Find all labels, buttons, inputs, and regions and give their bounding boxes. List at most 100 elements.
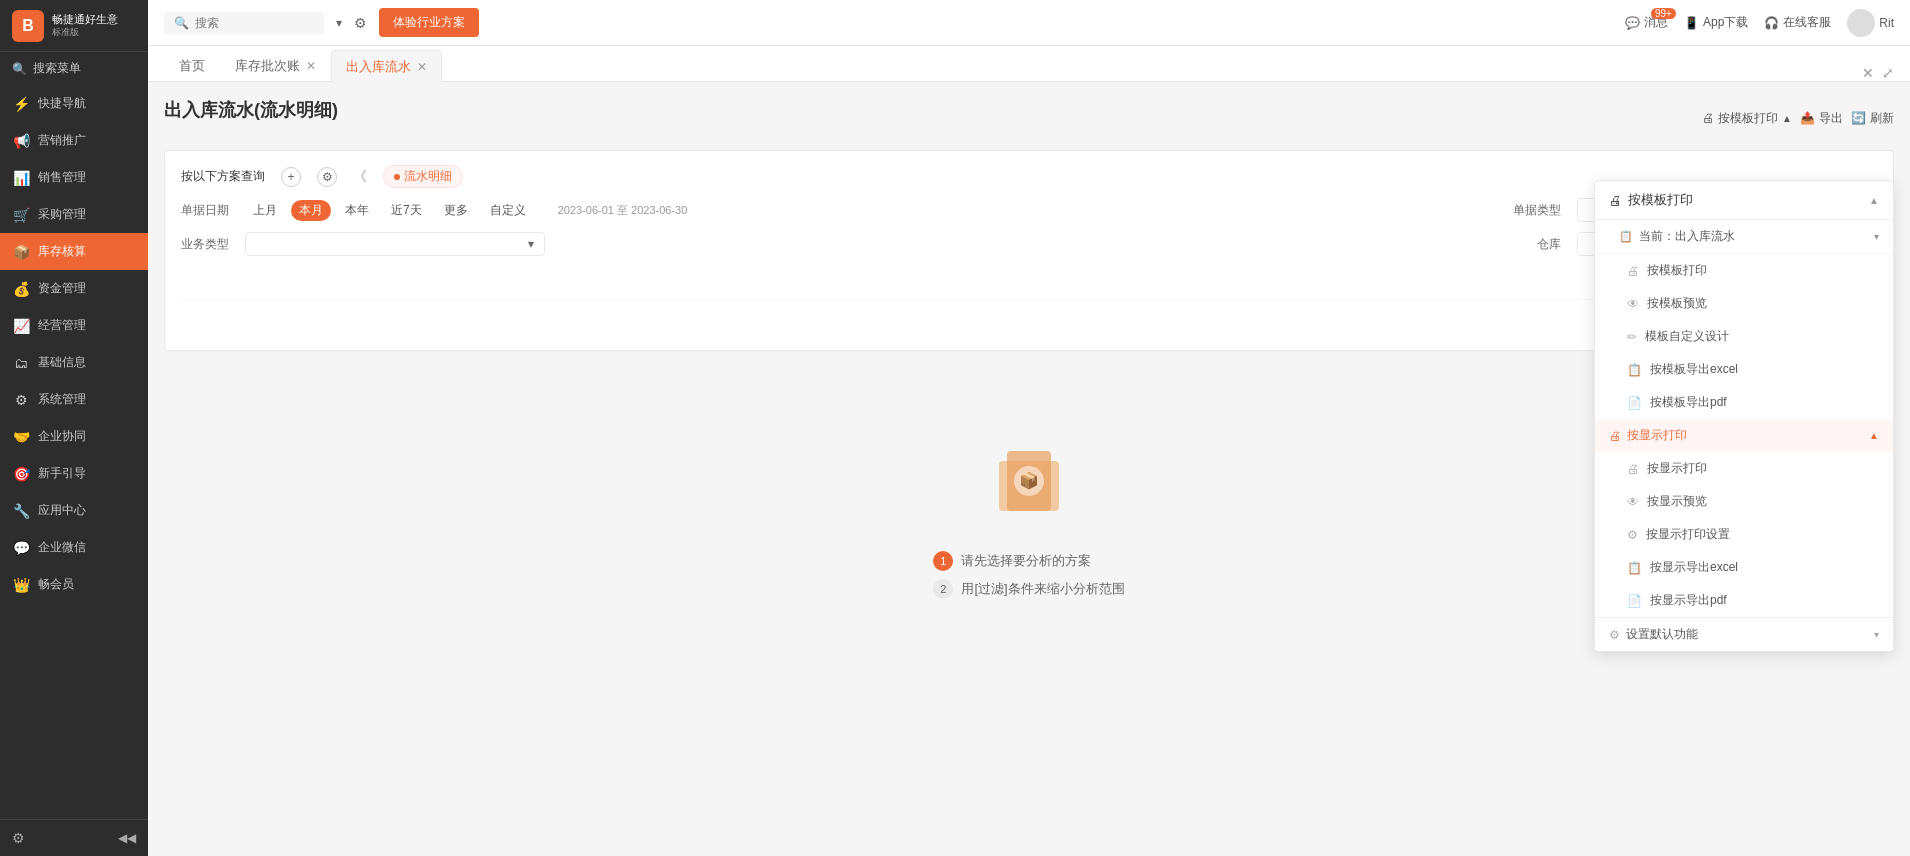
empty-step-1: 1 请先选择要分析的方案 xyxy=(933,551,1124,571)
wechat-icon: 💬 xyxy=(12,540,30,556)
biz-type-select[interactable]: ▾ xyxy=(245,232,545,256)
date-btn-custom[interactable]: 自定义 xyxy=(482,200,534,221)
logo-sub: 标准版 xyxy=(52,26,118,39)
sidebar-bottom: ⚙ ◀◀ xyxy=(0,819,148,856)
sidebar-item-inventory[interactable]: 📦 库存核算 xyxy=(0,233,148,270)
collapse-sidebar-icon[interactable]: ◀◀ xyxy=(118,831,136,845)
svg-text:📦: 📦 xyxy=(1019,471,1039,490)
dropdown-footer[interactable]: ⚙ 设置默认功能 ▾ xyxy=(1595,617,1893,651)
topbar-search-input[interactable] xyxy=(195,16,285,30)
dropdown-current-item[interactable]: 📋 当前：出入库流水 ▾ xyxy=(1595,220,1893,254)
sidebar-item-label: 企业微信 xyxy=(38,539,86,556)
dropdown-item-template-excel[interactable]: 📋 按模板导出excel xyxy=(1595,353,1893,386)
dropdown-item-display-excel[interactable]: 📋 按显示导出excel xyxy=(1595,551,1893,584)
dropdown-item-display-settings[interactable]: ⚙ 按显示打印设置 xyxy=(1595,518,1893,551)
biz-type-label: 业务类型 xyxy=(181,236,229,253)
display-section-header[interactable]: 🖨 按显示打印 ▲ xyxy=(1595,419,1893,452)
search-menu[interactable]: 🔍 搜索菜单 xyxy=(0,52,148,85)
tab-flow[interactable]: 出入库流水 ✕ xyxy=(331,50,442,82)
sidebar: B 畅捷通好生意 标准版 🔍 搜索菜单 ⚡ 快捷导航 📢 营销推广 📊 销售管理… xyxy=(0,0,148,856)
guide-icon: 🎯 xyxy=(12,466,30,482)
display-preview-icon: 👁 xyxy=(1627,495,1639,509)
sidebar-item-label: 基础信息 xyxy=(38,354,86,371)
tab-maximize[interactable]: ⤢ xyxy=(1882,65,1894,81)
topbar-gear-icon[interactable]: ⚙ xyxy=(354,15,367,31)
sidebar-item-operations[interactable]: 📈 经营管理 xyxy=(0,307,148,344)
dropdown-collapse-icon[interactable]: ▲ xyxy=(1869,195,1879,206)
display-excel-icon: 📋 xyxy=(1627,561,1642,575)
basic-info-icon: 🗂 xyxy=(12,355,30,371)
logo-icon: B xyxy=(12,10,44,42)
date-btn-7days[interactable]: 近7天 xyxy=(383,200,430,221)
print-dropdown-panel: 🖨 按模板打印 ▲ 📋 当前：出入库流水 ▾ 🖨 按模板打印 👁 xyxy=(1594,180,1894,652)
sidebar-item-finance[interactable]: 💰 资金管理 xyxy=(0,270,148,307)
date-btn-last-month[interactable]: 上月 xyxy=(245,200,285,221)
tab-batch-account[interactable]: 库存批次账 ✕ xyxy=(220,49,331,81)
template-design-label: 模板自定义设计 xyxy=(1645,328,1729,345)
export-label: 导出 xyxy=(1819,110,1843,127)
tab-home[interactable]: 首页 xyxy=(164,49,220,81)
date-shortcuts: 上月 本月 本年 近7天 更多 自定义 xyxy=(245,200,534,221)
tab-flow-close[interactable]: ✕ xyxy=(417,60,427,74)
display-excel-label: 按显示导出excel xyxy=(1650,559,1738,576)
step-1-text: 请先选择要分析的方案 xyxy=(961,552,1091,570)
biz-type-dropdown-icon: ▾ xyxy=(528,237,534,251)
template-pdf-icon: 📄 xyxy=(1627,396,1642,410)
main-area: 🔍 ▾ ⚙ 体验行业方案 💬 消息 99+ 📱 App下载 🎧 在线客服 Rit xyxy=(148,0,1910,856)
topbar-dropdown-arrow[interactable]: ▾ xyxy=(336,16,342,30)
sidebar-item-wechat[interactable]: 💬 企业微信 xyxy=(0,529,148,566)
sidebar-item-guide[interactable]: 🎯 新手引导 xyxy=(0,455,148,492)
dropdown-item-template-design[interactable]: ✏ 模板自定义设计 xyxy=(1595,320,1893,353)
sidebar-nav: ⚡ 快捷导航 📢 营销推广 📊 销售管理 🛒 采购管理 📦 库存核算 💰 资金管… xyxy=(0,85,148,819)
tab-home-label: 首页 xyxy=(179,57,205,75)
display-print-icon: 🖨 xyxy=(1627,462,1639,476)
refresh-btn[interactable]: 🔄 刷新 xyxy=(1851,110,1894,127)
tab-batch-account-close[interactable]: ✕ xyxy=(306,59,316,73)
export-btn[interactable]: 📤 导出 xyxy=(1800,110,1843,127)
message-btn[interactable]: 💬 消息 99+ xyxy=(1625,14,1668,31)
dropdown-item-display-preview[interactable]: 👁 按显示预览 xyxy=(1595,485,1893,518)
dropdown-item-template-preview[interactable]: 👁 按模板预览 xyxy=(1595,287,1893,320)
filter-tag[interactable]: 流水明细 xyxy=(383,165,463,188)
user-avatar-btn[interactable]: Rit xyxy=(1847,9,1894,37)
date-btn-this-month[interactable]: 本月 xyxy=(291,200,331,221)
industry-btn[interactable]: 体验行业方案 xyxy=(379,8,479,37)
sidebar-item-member[interactable]: 👑 畅会员 xyxy=(0,566,148,603)
sidebar-item-marketing[interactable]: 📢 营销推广 xyxy=(0,122,148,159)
dropdown-header[interactable]: 🖨 按模板打印 ▲ xyxy=(1595,181,1893,220)
sidebar-item-purchase[interactable]: 🛒 采购管理 xyxy=(0,196,148,233)
filter-add-btn[interactable]: + xyxy=(281,167,301,187)
online-service-btn[interactable]: 🎧 在线客服 xyxy=(1764,14,1831,31)
sidebar-item-quick-nav[interactable]: ⚡ 快捷导航 xyxy=(0,85,148,122)
template-preview-icon: 👁 xyxy=(1627,297,1639,311)
member-icon: 👑 xyxy=(12,577,30,593)
filter-collapse-btn[interactable]: 《 xyxy=(353,168,367,186)
tab-close-all[interactable]: ✕ xyxy=(1862,65,1874,81)
date-btn-more[interactable]: 更多 xyxy=(436,200,476,221)
settings-bottom-icon[interactable]: ⚙ xyxy=(12,830,25,846)
dropdown-header-label: 按模板打印 xyxy=(1628,191,1693,209)
sidebar-item-collab[interactable]: 🤝 企业协同 xyxy=(0,418,148,455)
dropdown-item-template-print[interactable]: 🖨 按模板打印 xyxy=(1595,254,1893,287)
app-download-btn[interactable]: 📱 App下载 xyxy=(1684,14,1748,31)
page-title: 出入库流水(流水明细) xyxy=(164,98,338,122)
sidebar-item-app-center[interactable]: 🔧 应用中心 xyxy=(0,492,148,529)
sidebar-item-system[interactable]: ⚙ 系统管理 xyxy=(0,381,148,418)
sidebar-item-sales[interactable]: 📊 销售管理 xyxy=(0,159,148,196)
filter-settings-btn[interactable]: ⚙ xyxy=(317,167,337,187)
template-print-label: 按模板打印 xyxy=(1647,262,1707,279)
template-excel-label: 按模板导出excel xyxy=(1650,361,1738,378)
print-btn[interactable]: 🖨 按模板打印 ▲ xyxy=(1702,110,1792,127)
dropdown-item-display-pdf[interactable]: 📄 按显示导出pdf xyxy=(1595,584,1893,617)
date-range-display: 2023-06-01 至 2023-06-30 xyxy=(558,203,688,218)
date-btn-this-year[interactable]: 本年 xyxy=(337,200,377,221)
sidebar-item-basic-info[interactable]: 🗂 基础信息 xyxy=(0,344,148,381)
search-icon: 🔍 xyxy=(12,62,27,76)
template-print-icon: 🖨 xyxy=(1627,264,1639,278)
topbar-search-box[interactable]: 🔍 xyxy=(164,12,324,34)
dropdown-item-template-pdf[interactable]: 📄 按模板导出pdf xyxy=(1595,386,1893,419)
display-pdf-label: 按显示导出pdf xyxy=(1650,592,1727,609)
display-section-icon: 🖨 xyxy=(1609,429,1621,443)
username-label: Rit xyxy=(1879,16,1894,30)
dropdown-item-display-print[interactable]: 🖨 按显示打印 xyxy=(1595,452,1893,485)
